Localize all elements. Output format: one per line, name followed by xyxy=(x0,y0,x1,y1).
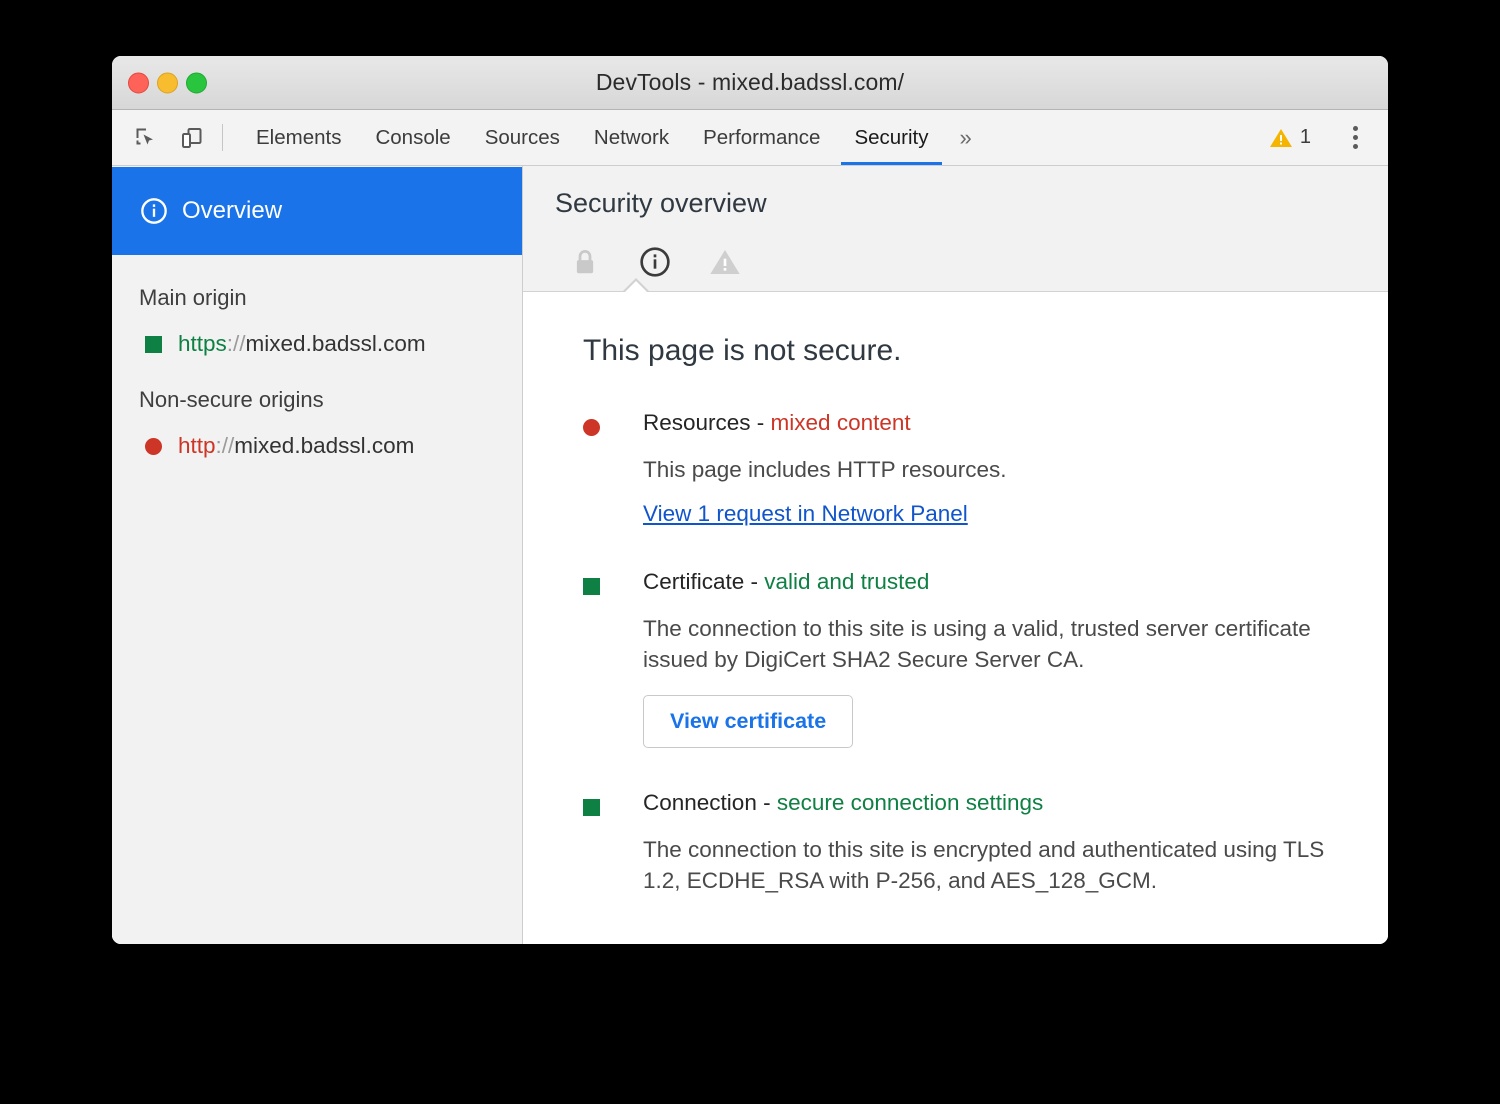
certificate-state: valid and trusted xyxy=(764,569,929,594)
resources-state: mixed content xyxy=(771,410,911,435)
sidebar-origin-url: https://mixed.badssl.com xyxy=(178,331,426,357)
devtools-window: DevTools - mixed.badssl.com/ xyxy=(112,56,1388,944)
close-window-button[interactable] xyxy=(128,72,149,93)
more-tabs-chevron-icon[interactable]: » xyxy=(946,110,986,165)
security-main-content: This page is not secure. Resources - mix… xyxy=(523,292,1388,944)
sidebar-item-overview-label: Overview xyxy=(182,197,282,225)
security-section-connection: Connection - secure connection settings … xyxy=(571,790,1348,896)
sidebar-group-non-secure-origins: Non-secure origins http://mixed.badssl.c… xyxy=(112,387,522,459)
origin-scheme: http xyxy=(178,433,216,458)
origin-separator: :// xyxy=(216,433,235,458)
inspect-element-icon[interactable] xyxy=(130,122,162,154)
warning-triangle-icon[interactable] xyxy=(705,242,745,282)
connection-state: secure connection settings xyxy=(777,790,1043,815)
tab-sources[interactable]: Sources xyxy=(468,110,577,165)
sidebar-group-main-origin: Main origin https://mixed.badssl.com xyxy=(112,285,522,357)
connection-heading: Connection - secure connection settings xyxy=(643,790,1348,816)
resources-name: Resources xyxy=(643,410,751,435)
insecure-origin-marker-icon xyxy=(145,438,162,455)
security-panel-body: Overview Main origin https://mixed.badss… xyxy=(112,166,1388,944)
page-security-verdict: This page is not secure. xyxy=(583,334,1348,368)
tab-security[interactable]: Security xyxy=(837,110,945,165)
devtools-toolbar: Elements Console Sources Network Perform… xyxy=(112,110,1388,166)
window-title: DevTools - mixed.badssl.com/ xyxy=(596,69,904,96)
info-circle-icon xyxy=(140,197,168,225)
tab-performance[interactable]: Performance xyxy=(686,110,837,165)
origin-host: mixed.badssl.com xyxy=(246,331,426,356)
connection-description: The connection to this site is encrypted… xyxy=(643,834,1348,896)
toolbar-right-group: 1 xyxy=(1257,110,1388,165)
security-section-resources: Resources - mixed content This page incl… xyxy=(571,410,1348,527)
tab-console[interactable]: Console xyxy=(358,110,467,165)
certificate-description: The connection to this site is using a v… xyxy=(643,613,1348,675)
sidebar-origin-url: http://mixed.badssl.com xyxy=(178,433,414,459)
tab-elements[interactable]: Elements xyxy=(239,110,358,165)
lock-icon[interactable] xyxy=(565,242,605,282)
sidebar-origin-http[interactable]: http://mixed.badssl.com xyxy=(112,413,522,459)
warning-badge[interactable]: 1 xyxy=(1257,126,1323,149)
page-title: Security overview xyxy=(555,188,1388,219)
tab-network[interactable]: Network xyxy=(577,110,686,165)
window-titlebar: DevTools - mixed.badssl.com/ xyxy=(112,56,1388,110)
sidebar-group-title-non-secure: Non-secure origins xyxy=(112,387,522,413)
security-summary-icons xyxy=(555,233,1388,291)
certificate-state-marker-icon xyxy=(583,578,600,595)
connection-dash: - xyxy=(757,790,777,815)
view-requests-in-network-panel-link[interactable]: View 1 request in Network Panel xyxy=(643,501,968,527)
origin-separator: :// xyxy=(227,331,246,356)
warning-triangle-icon xyxy=(1269,127,1293,149)
connection-name: Connection xyxy=(643,790,757,815)
security-section-certificate: Certificate - valid and trusted The conn… xyxy=(571,569,1348,748)
origin-scheme: https xyxy=(178,331,227,356)
maximize-window-button[interactable] xyxy=(186,72,207,93)
kebab-menu-icon[interactable] xyxy=(1338,121,1372,155)
toolbar-icon-group xyxy=(130,110,222,165)
certificate-dash: - xyxy=(744,569,764,594)
devtools-tabs: Elements Console Sources Network Perform… xyxy=(223,110,986,165)
resources-heading: Resources - mixed content xyxy=(643,410,1348,436)
security-sidebar: Overview Main origin https://mixed.badss… xyxy=(112,166,523,944)
resources-state-marker-icon xyxy=(583,419,600,436)
connection-state-marker-icon xyxy=(583,799,600,816)
origin-host: mixed.badssl.com xyxy=(234,433,414,458)
certificate-heading: Certificate - valid and trusted xyxy=(643,569,1348,595)
sidebar-origin-https[interactable]: https://mixed.badssl.com xyxy=(112,311,522,357)
device-toolbar-icon[interactable] xyxy=(176,122,208,154)
warning-count: 1 xyxy=(1300,126,1311,149)
security-main-panel: Security overview xyxy=(523,166,1388,944)
security-main-header: Security overview xyxy=(523,166,1388,292)
sidebar-item-overview[interactable]: Overview xyxy=(112,167,522,255)
sidebar-group-title-main-origin: Main origin xyxy=(112,285,522,311)
traffic-lights xyxy=(128,72,207,93)
info-circle-icon[interactable] xyxy=(635,242,675,282)
minimize-window-button[interactable] xyxy=(157,72,178,93)
view-certificate-button[interactable]: View certificate xyxy=(643,695,853,748)
resources-dash: - xyxy=(751,410,771,435)
secure-origin-marker-icon xyxy=(145,336,162,353)
certificate-name: Certificate xyxy=(643,569,744,594)
resources-description: This page includes HTTP resources. xyxy=(643,454,1348,485)
